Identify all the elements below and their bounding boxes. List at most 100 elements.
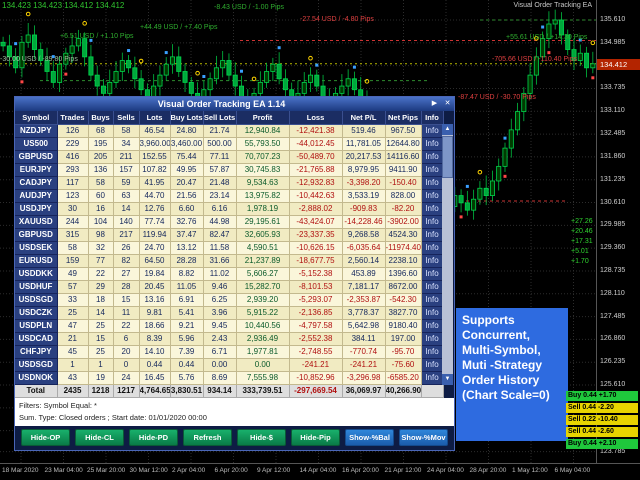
info-button[interactable]: Info [421,280,444,294]
value-cell: 20.47 [170,176,204,190]
scroll-thumb[interactable] [442,136,453,178]
info-button[interactable]: Info [421,358,444,372]
value-cell: 16.45 [139,371,171,385]
button-hide[interactable]: Hide-$ [237,429,286,446]
table-row: CADJPY 117 58 59 41.95 20.47 21.48 9,534.63 -12,… [15,176,444,190]
value-cell: -5,152.38 [289,267,343,281]
chart-annotation: -8.43 USD / -1.00 Pips [214,4,285,11]
button-hide-pip[interactable]: Hide-Pip [291,429,340,446]
value-cell: 9,534.63 [236,176,290,190]
info-button[interactable]: Info [421,228,444,242]
value-cell: 0 [113,358,140,372]
info-button[interactable]: Info [421,202,444,216]
value-cell: 21 [57,332,89,346]
filters-line: Filters: Symbol Equal: * [19,400,97,410]
time-axis-label: 23 Mar 04:00 [44,467,83,474]
value-cell: 2,560.14 [342,254,386,268]
info-button[interactable]: Info [421,371,444,385]
time-axis-label: 6 Apr 20:00 [214,467,248,474]
scroll-up-icon[interactable]: ▲ [442,124,453,135]
price-axis-label: 134.985 [600,38,626,46]
trade-chip[interactable]: Buy 0.44 +1.70 [566,391,638,401]
table-row: USDNOK 43 19 24 16.45 5.76 8.69 7,555.98 -10,852… [15,371,444,385]
table-scrollbar[interactable]: ▲ ▼ [442,124,453,385]
value-cell: 123 [57,189,89,203]
pip-value: +5.01 [571,248,589,255]
info-button[interactable]: Info [421,163,444,177]
pip-value: +20.46 [571,228,593,235]
info-button[interactable]: Info [421,254,444,268]
info-button[interactable]: Info [421,345,444,359]
button-refresh[interactable]: Refresh [183,429,232,446]
value-cell: 75.44 [170,150,204,164]
value-cell: 967.50 [385,124,422,138]
price-axis-label: 130.610 [600,198,626,206]
info-button[interactable]: Info [421,176,444,190]
value-cell: 500.00 [203,137,237,151]
table-row: USDDKK 49 22 27 19.84 8.82 11.02 5,606.27 -5,152… [15,267,444,281]
value-cell: 5,642.98 [342,319,386,333]
button-hide-op[interactable]: Hide-OP [21,429,70,446]
trade-chip[interactable]: Sell 0.22 -10.40 [566,415,638,425]
value-cell: 4524.30 [385,228,422,242]
symbol-cell: USDCZK [15,306,58,320]
value-cell: 2.43 [203,332,237,346]
value-cell: 5.41 [170,306,204,320]
value-cell: 0.00 [203,358,237,372]
panel-close-button[interactable]: ✕ [441,98,454,110]
info-button[interactable]: Info [421,215,444,229]
value-cell: 27 [113,267,140,281]
value-cell: -10,442.63 [289,189,343,203]
value-cell: 12644.80 [385,137,422,151]
button-hide-pd[interactable]: Hide-PD [129,429,178,446]
value-cell: 8672.00 [385,280,422,294]
value-cell: 126 [57,124,89,138]
column-header: Trades [57,111,89,125]
value-cell: 20.45 [139,280,171,294]
trade-chip[interactable]: Sell 0.44 -2.60 [566,427,638,437]
value-cell: 1,978.19 [236,202,290,216]
table-row: USDHUF 57 29 28 20.45 11.05 9.46 15,282.70 -8,10… [15,280,444,294]
scroll-down-icon[interactable]: ▼ [442,374,453,385]
value-cell: 77.11 [203,150,237,164]
info-button[interactable]: Info [421,137,444,151]
button-show-mov[interactable]: Show-%Mov [399,429,448,446]
panel-expand-button[interactable]: ▶ [428,98,441,110]
info-button[interactable]: Info [421,150,444,164]
button-hide-cl[interactable]: Hide-CL [75,429,124,446]
value-cell: -11974.40 [385,241,422,255]
orders-table: Symbol Trades Buys Sells Lots Buy Lots Sell Lo… [15,111,444,398]
value-cell: 25 [88,345,114,359]
symbol-cell: GBPUSD [15,228,58,242]
time-axis[interactable]: 18 Mar 2020 23 Mar 04:00 25 Mar 20:00 30 Ma… [0,463,640,480]
symbol-cell: AUDJPY [15,189,58,203]
info-button[interactable]: Info [421,267,444,281]
value-cell: 22 [113,319,140,333]
info-button[interactable]: Info [421,241,444,255]
info-button[interactable]: Info [421,124,444,138]
feature-callout: Supports Concurrent, Multi-Symbol, Muti … [456,308,568,441]
info-button[interactable]: Info [421,293,444,307]
value-cell: 24.80 [170,124,204,138]
trade-chip[interactable]: Buy 0.44 +2.10 [566,439,638,449]
info-button[interactable]: Info [421,332,444,346]
trade-chip[interactable]: Sell 0.44 -2.20 [566,403,638,413]
panel-title: Visual Order Tracking EA 1.14 [157,99,286,109]
value-cell: 8.82 [170,267,204,281]
button-show-bal[interactable]: Show-%Bal [345,429,394,446]
time-axis-label: 6 May 04:00 [554,467,591,474]
info-button[interactable]: Info [421,189,444,203]
panel-titlebar[interactable]: Visual Order Tracking EA 1.14 ▶ ✕ [15,97,454,111]
time-axis-label: 16 Apr 20:00 [342,467,379,474]
info-button[interactable]: Info [421,306,444,320]
symbol-cell: USDNOK [15,371,58,385]
value-cell: Total [15,384,58,398]
value-cell: 107.82 [139,163,171,177]
value-cell: -2,136.85 [289,306,343,320]
value-cell: 29 [88,280,114,294]
value-cell: 26 [113,241,140,255]
info-button[interactable]: Info [421,319,444,333]
value-cell: 98 [88,228,114,242]
value-cell: -2,888.02 [289,202,343,216]
value-cell: 30,745.83 [236,163,290,177]
